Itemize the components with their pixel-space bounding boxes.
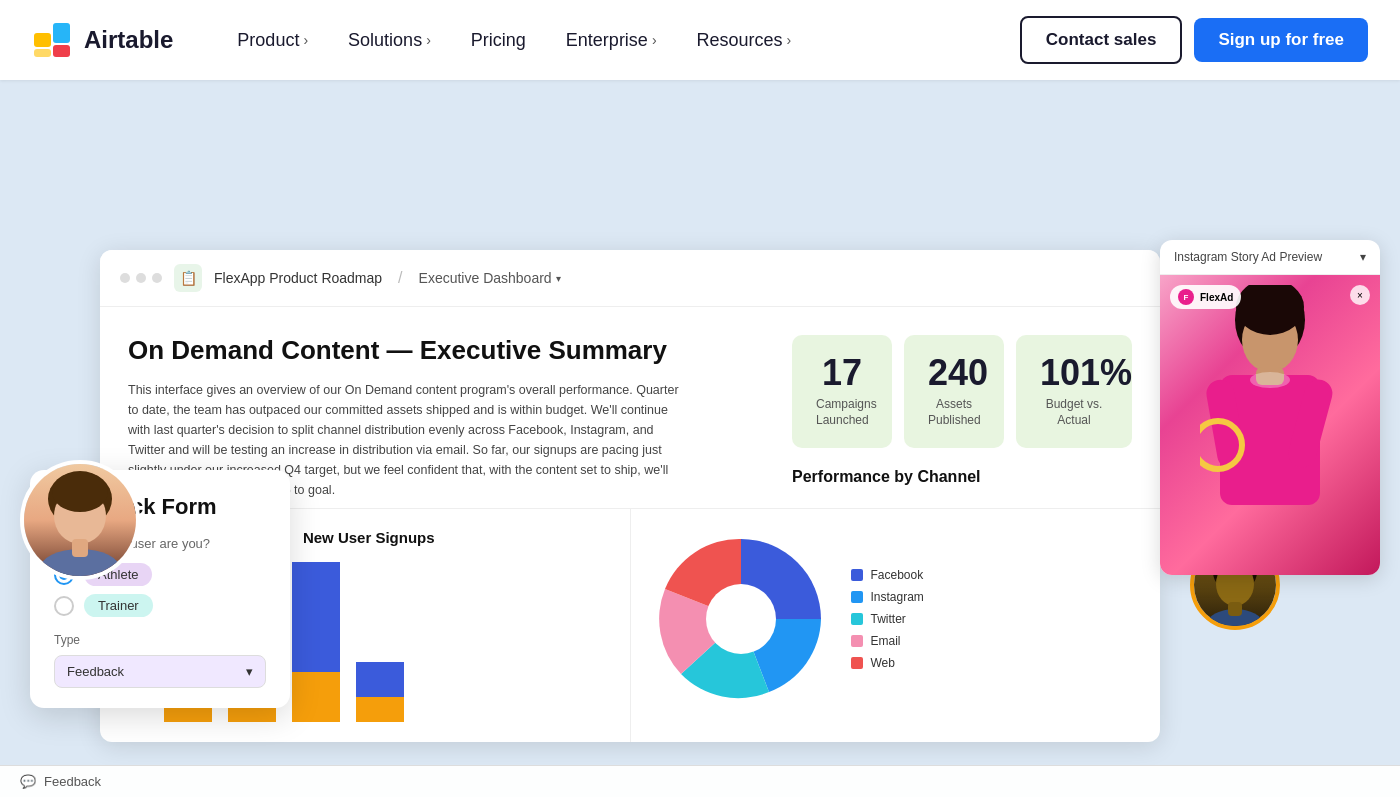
stat-label-campaigns: CampaignsLaunched	[816, 397, 868, 428]
legend-label-email: Email	[871, 634, 901, 648]
instagram-brand-overlay: F FlexAd	[1170, 285, 1241, 309]
avatar-woman	[20, 460, 140, 580]
brand-icon: F	[1178, 289, 1194, 305]
stat-label-assets: AssetsPublished	[928, 397, 980, 428]
airtable-logo-icon	[32, 19, 74, 61]
dot-3	[152, 273, 162, 283]
field-type-label: Type	[54, 633, 266, 647]
legend-dot-facebook	[851, 569, 863, 581]
legend-dot-email	[851, 635, 863, 647]
dot-2	[136, 273, 146, 283]
feedback-type-select[interactable]: Feedback ▾	[54, 655, 266, 688]
radio-trainer-outer[interactable]	[54, 596, 74, 616]
nav-item-resources[interactable]: Resources ›	[681, 22, 808, 59]
legend-dot-web	[851, 657, 863, 669]
svg-rect-1	[53, 23, 70, 43]
legend-twitter: Twitter	[851, 612, 924, 626]
feedback-bar[interactable]: 💬 Feedback	[0, 765, 1400, 797]
feedback-icon: 💬	[20, 774, 36, 789]
navbar: Airtable Product › Solutions › Pricing E…	[0, 0, 1400, 80]
legend-dot-twitter	[851, 613, 863, 625]
bar-group-4	[356, 562, 404, 722]
avatar-woman-svg	[24, 464, 136, 576]
bar-orange-4	[356, 697, 404, 722]
nav-item-enterprise[interactable]: Enterprise ›	[550, 22, 673, 59]
stat-label-budget: Budget vs.Actual	[1040, 397, 1108, 428]
chevron-down-icon: ▾	[1360, 250, 1366, 264]
legend-facebook: Facebook	[851, 568, 924, 582]
radio-trainer-label: Trainer	[84, 594, 153, 617]
pie-area: Facebook Instagram Twitter Email	[651, 529, 1133, 709]
svg-point-7	[52, 472, 108, 512]
legend-dot-instagram	[851, 591, 863, 603]
svg-rect-0	[34, 33, 51, 47]
tab-name[interactable]: Executive Dashboard ▾	[419, 270, 561, 286]
bar-blue-3	[292, 562, 340, 672]
chart-legend: Facebook Instagram Twitter Email	[851, 568, 924, 670]
chevron-down-icon: ▾	[556, 273, 561, 284]
separator: /	[398, 269, 402, 287]
instagram-image: F FlexAd ×	[1160, 275, 1380, 575]
exec-title: On Demand Content — Executive Summary	[128, 335, 768, 366]
instagram-close-button[interactable]: ×	[1350, 285, 1370, 305]
chevron-right-icon: ›	[426, 32, 431, 48]
bar-group-3	[292, 562, 340, 722]
stat-budget: 101% Budget vs.Actual	[1016, 335, 1132, 448]
app-icon: 📋	[174, 264, 202, 292]
stat-number-budget: 101%	[1040, 355, 1108, 391]
nav-item-product[interactable]: Product ›	[221, 22, 324, 59]
performance-chart: Facebook Instagram Twitter Email	[631, 509, 1161, 742]
nav-item-solutions[interactable]: Solutions ›	[332, 22, 447, 59]
dashboard-right: 17 CampaignsLaunched 240 AssetsPublished…	[792, 335, 1132, 500]
legend-web: Web	[851, 656, 924, 670]
feedback-bar-label: Feedback	[44, 774, 101, 789]
stat-number-assets: 240	[928, 355, 980, 391]
radio-trainer[interactable]: Trainer	[54, 594, 266, 617]
stats-row: 17 CampaignsLaunched 240 AssetsPublished…	[792, 335, 1132, 448]
brand-name: FlexAd	[1200, 292, 1233, 303]
chevron-right-icon: ›	[652, 32, 657, 48]
chevron-right-icon: ›	[787, 32, 792, 48]
legend-label-twitter: Twitter	[871, 612, 906, 626]
app-name: FlexApp Product Roadmap	[214, 270, 382, 286]
logo[interactable]: Airtable	[32, 19, 173, 61]
stat-campaigns: 17 CampaignsLaunched	[792, 335, 892, 448]
signup-button[interactable]: Sign up for free	[1194, 18, 1368, 62]
instagram-person-figure	[1200, 285, 1340, 565]
chevron-right-icon: ›	[303, 32, 308, 48]
stat-assets: 240 AssetsPublished	[904, 335, 1004, 448]
legend-label-instagram: Instagram	[871, 590, 924, 604]
instagram-header-label: Instagram Story Ad Preview	[1174, 250, 1322, 264]
legend-label-facebook: Facebook	[871, 568, 924, 582]
legend-instagram: Instagram	[851, 590, 924, 604]
logo-text: Airtable	[84, 26, 173, 54]
svg-point-22	[1250, 372, 1290, 388]
nav-actions: Contact sales Sign up for free	[1020, 16, 1368, 64]
legend-email: Email	[851, 634, 924, 648]
dot-1	[120, 273, 130, 283]
svg-rect-3	[34, 49, 51, 57]
contact-sales-button[interactable]: Contact sales	[1020, 16, 1183, 64]
dashboard-header: 📋 FlexApp Product Roadmap / Executive Da…	[100, 250, 1160, 307]
stat-number-campaigns: 17	[816, 355, 868, 391]
bar-orange-3	[292, 672, 340, 722]
svg-rect-13	[1228, 602, 1242, 616]
main-content: 📋 FlexApp Product Roadmap / Executive Da…	[0, 80, 1400, 797]
channel-title: Performance by Channel	[792, 468, 1132, 486]
chevron-down-icon: ▾	[246, 664, 253, 679]
svg-point-4	[706, 584, 776, 654]
avatar-woman-face	[24, 464, 136, 576]
svg-rect-9	[72, 539, 88, 557]
svg-rect-2	[53, 45, 70, 57]
instagram-preview-header: Instagram Story Ad Preview ▾	[1160, 240, 1380, 275]
pie-chart-svg	[651, 529, 831, 709]
legend-label-web: Web	[871, 656, 895, 670]
window-dots	[120, 273, 162, 283]
instagram-preview: Instagram Story Ad Preview ▾ F FlexAd ×	[1160, 240, 1380, 575]
nav-links: Product › Solutions › Pricing Enterprise…	[221, 22, 987, 59]
nav-item-pricing[interactable]: Pricing	[455, 22, 542, 59]
select-value: Feedback	[67, 664, 124, 679]
bar-blue-4	[356, 662, 404, 697]
